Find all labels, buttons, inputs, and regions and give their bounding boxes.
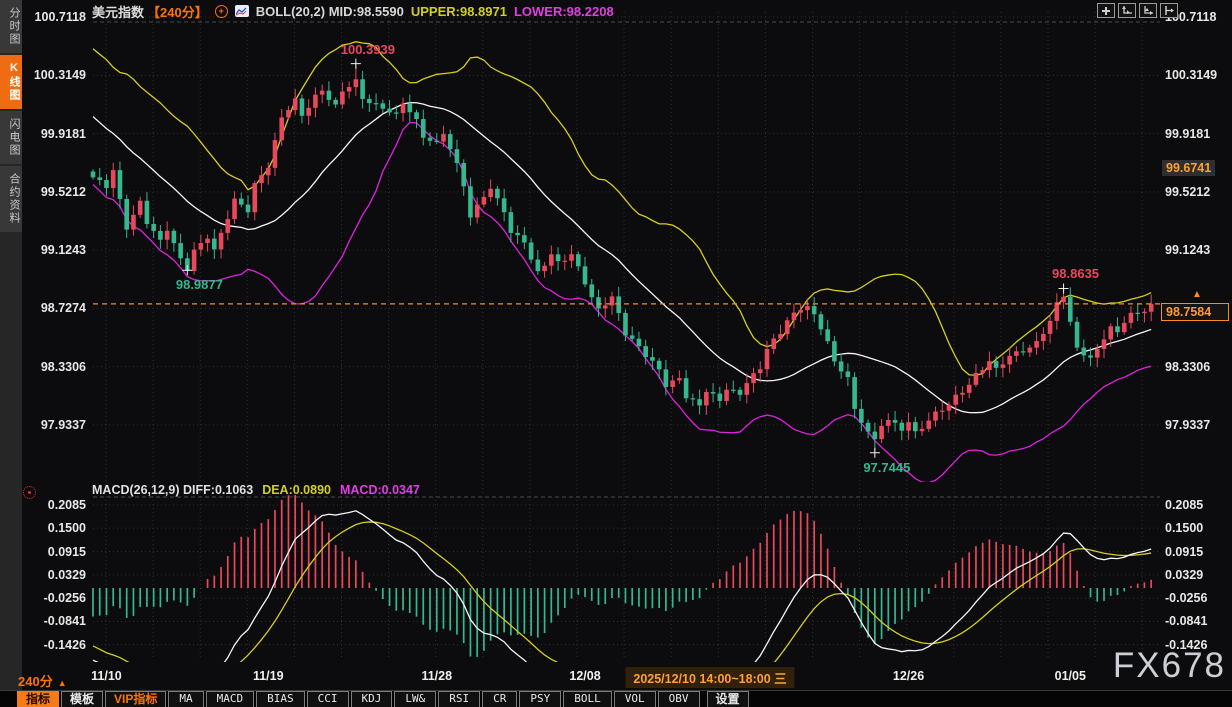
macd-params-label: MACD(26,12,9) DIFF:0.1063 <box>92 483 253 497</box>
x-axis-tick-label: 11/28 <box>421 669 452 683</box>
bollinger-mid-line <box>93 103 1151 413</box>
sidebar-tab[interactable]: 分时图 <box>0 0 22 53</box>
y-axis-label: 98.7274 <box>41 301 86 315</box>
footer-button[interactable]: RSI <box>438 691 480 707</box>
boll-lower-label: LOWER:98.2208 <box>514 4 614 19</box>
axis-scale-right-icon[interactable] <box>1139 3 1157 18</box>
y-axis-label: 99.5212 <box>41 185 86 199</box>
add-indicator-icon[interactable]: + <box>215 5 228 18</box>
y-axis-label: 99.1243 <box>41 243 86 257</box>
chart-toolbar-icons <box>1097 3 1178 18</box>
y-axis-label: 98.3306 <box>1165 360 1210 374</box>
candlestick-series <box>91 64 1154 453</box>
y-axis-label: 0.1500 <box>48 521 86 535</box>
sidebar-tab[interactable]: 闪电图 <box>0 111 22 164</box>
x-axis-tick-label: 11/19 <box>253 669 284 683</box>
y-axis-label: 98.3306 <box>41 360 86 374</box>
price-annotation: 98.9877 <box>176 277 223 292</box>
footer-button[interactable]: BIAS <box>256 691 305 707</box>
x-axis-tick-label: 12/26 <box>893 669 924 683</box>
footer-toolbar: 指标模板VIP指标MAMACDBIASCCIKDJLW&RSICRPSYBOLL… <box>0 690 1232 707</box>
footer-button[interactable]: 模板 <box>61 691 103 707</box>
price-up-arrow-icon: ▲ <box>1192 289 1202 300</box>
chart-type-icon[interactable] <box>235 5 249 17</box>
sidebar-tab[interactable]: K线图 <box>0 55 22 109</box>
y-axis-label: 0.0329 <box>1165 568 1203 582</box>
current-price-box: 98.7584 <box>1161 303 1229 321</box>
macd-dea-label: DEA:0.0890 <box>262 483 331 497</box>
main-chart-layer <box>91 42 1154 483</box>
y-axis-label: -0.1426 <box>44 638 86 652</box>
extreme-cross-marker <box>351 59 361 69</box>
macd-value-label: MACD:0.0347 <box>340 483 420 497</box>
chart-header: 美元指数 【240分】 + BOLL(20,2) MID:98.5590 UPP… <box>92 2 614 20</box>
y-axis-label: 99.5212 <box>1165 185 1210 199</box>
footer-button[interactable]: VIP指标 <box>105 691 166 707</box>
y-axis-label: 0.2085 <box>1165 498 1203 512</box>
footer-button[interactable]: KDJ <box>351 691 393 707</box>
y-axis-label: 100.3149 <box>34 68 86 82</box>
y-axis-label: 0.0915 <box>1165 545 1203 559</box>
bollinger-lower-line <box>93 123 1151 483</box>
macd-header: MACD(26,12,9) DIFF:0.1063 DEA:0.0890 MAC… <box>92 483 420 497</box>
y-axis-label: 0.0329 <box>48 568 86 582</box>
extreme-cross-marker <box>870 448 880 458</box>
footer-button[interactable]: 设置 <box>707 691 749 707</box>
axis-shift-icon[interactable] <box>1160 3 1178 18</box>
main-right-axis: 100.7118100.314999.918199.521299.124398.… <box>1165 0 1229 660</box>
price-annotation: 100.3939 <box>341 42 395 57</box>
y-axis-label: -0.0841 <box>44 614 86 628</box>
pan-icon[interactable] <box>1097 3 1115 18</box>
y-axis-label: -0.0256 <box>44 591 86 605</box>
chevron-up-icon: ▲ <box>58 678 67 688</box>
x-axis-strip: 2025/12/10 14:00~18:00 三 11/10 11/19 11/28… <box>0 664 1232 689</box>
footer-button[interactable]: BOLL <box>563 691 612 707</box>
indicator-settings-icon[interactable] <box>23 486 36 499</box>
y-axis-label: 0.1500 <box>1165 521 1203 535</box>
extreme-cross-marker <box>1059 283 1069 293</box>
macd-histogram <box>93 493 1151 657</box>
y-axis-label: 99.1243 <box>1165 243 1210 257</box>
price-annotation: 97.7445 <box>863 460 910 475</box>
period-badge: 【240分】 <box>147 2 208 21</box>
footer-button[interactable]: VOL <box>614 691 656 707</box>
sidebar: 分时图K线图闪电图合约资料 <box>0 0 22 692</box>
footer-button[interactable]: MACD <box>206 691 255 707</box>
footer-button[interactable]: CR <box>482 691 517 707</box>
footer-button[interactable]: LW& <box>394 691 436 707</box>
boll-upper-label: UPPER:98.8971 <box>411 4 507 19</box>
axis-scale-left-icon[interactable] <box>1118 3 1136 18</box>
x-axis-tick-label: 01/05 <box>1055 669 1086 683</box>
period-selector[interactable]: 240分▲ <box>18 671 67 690</box>
y-axis-label: 0.0915 <box>48 545 86 559</box>
y-axis-label: 99.9181 <box>1165 127 1210 141</box>
main-left-axis: 100.7118 100.3149 99.9181 99.5212 99.1243 98.… <box>24 0 86 660</box>
watermark-logo: FX678 <box>1113 646 1226 686</box>
symbol-title: 美元指数 <box>92 2 144 21</box>
sidebar-tab[interactable]: 合约资料 <box>0 166 22 232</box>
footer-button[interactable]: 指标 <box>17 691 59 707</box>
boll-params-label: BOLL(20,2) MID:98.5590 <box>256 4 404 19</box>
y-axis-label: 99.9181 <box>41 127 86 141</box>
footer-button[interactable]: MA <box>168 691 203 707</box>
y-axis-label: -0.0841 <box>1165 614 1207 628</box>
selected-candle-datetime: 2025/12/10 14:00~18:00 三 <box>625 667 794 688</box>
x-axis-tick-label: 12/08 <box>569 669 600 683</box>
footer-button[interactable]: CCI <box>307 691 349 707</box>
extreme-cross-marker <box>182 265 192 275</box>
upper-price-marker: 99.6741 <box>1162 160 1215 176</box>
chart-plot-area[interactable] <box>0 0 1232 707</box>
y-axis-label: 100.7118 <box>35 10 86 24</box>
y-axis-label: 97.9337 <box>1165 418 1210 432</box>
footer-button[interactable]: OBV <box>658 691 700 707</box>
footer-button[interactable]: PSY <box>519 691 561 707</box>
chart-app-window: 分时图K线图闪电图合约资料 美元指数 【240分】 + BOLL(20,2) M… <box>0 0 1232 707</box>
y-axis-label: 97.9337 <box>41 418 86 432</box>
y-axis-label: 0.2085 <box>48 498 86 512</box>
bollinger-upper-line <box>93 42 1151 376</box>
x-axis-tick-label: 11/10 <box>91 669 122 683</box>
y-axis-label: -0.0256 <box>1165 591 1207 605</box>
price-annotation: 98.8635 <box>1052 266 1099 281</box>
y-axis-label: 100.3149 <box>1165 68 1217 82</box>
